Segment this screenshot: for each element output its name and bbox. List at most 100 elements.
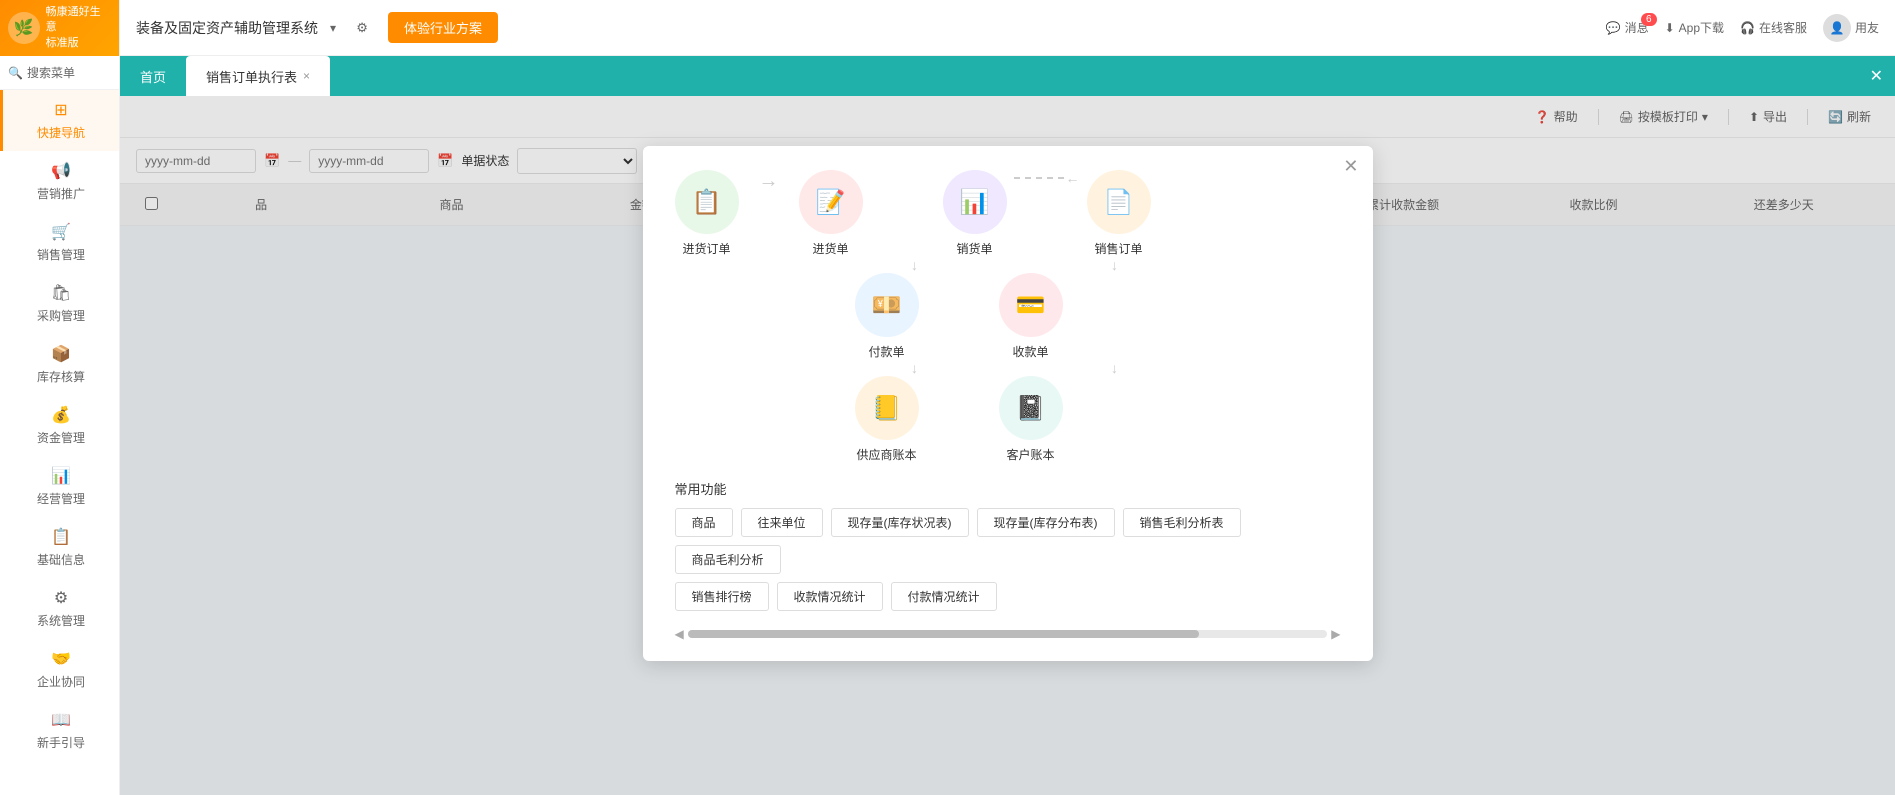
sales-icon: 🛒 bbox=[51, 222, 71, 242]
service-icon: 🎧 bbox=[1740, 21, 1755, 35]
purchase-bill-icon[interactable]: 📝 bbox=[799, 170, 863, 234]
tab-sales-order-exec[interactable]: 销售订单执行表 × bbox=[186, 56, 330, 96]
sidebar-item-quick-nav[interactable]: ⊞ 快捷导航 bbox=[0, 90, 119, 151]
func-btn-receipt-stats[interactable]: 收款情况统计 bbox=[777, 582, 883, 611]
down-arrow-supplier: ↓ bbox=[855, 360, 975, 376]
purchase-order-label: 进货订单 bbox=[682, 240, 730, 257]
sales-order-icon[interactable]: 📄 bbox=[1087, 170, 1151, 234]
topbar-right: 💬 消息 6 ⬇ App下载 🎧 在线客服 👤 用友 bbox=[1606, 14, 1879, 42]
download-icon: ⬇ bbox=[1665, 21, 1675, 35]
system-title: 装备及固定资产辅助管理系统 bbox=[136, 18, 318, 38]
sidebar-item-purchase[interactable]: 🛍 采购管理 bbox=[0, 273, 119, 334]
arrow-purchase-to-bill: → bbox=[739, 170, 799, 217]
marketing-icon: 📢 bbox=[51, 161, 71, 181]
arrow-sales-dashed: ← bbox=[1007, 170, 1087, 210]
flow-col-purchase-bill: 📝 进货单 bbox=[799, 170, 863, 257]
online-service-btn[interactable]: 🎧 在线客服 bbox=[1740, 19, 1807, 36]
tab-close-btn[interactable]: × bbox=[303, 69, 310, 83]
enterprise-icon: 🤝 bbox=[51, 649, 71, 669]
avatar: 👤 bbox=[1823, 14, 1851, 42]
purchase-bill-label: 进货单 bbox=[812, 240, 848, 257]
func-btn-product[interactable]: 商品 bbox=[675, 508, 733, 537]
content-area: ❓ 帮助 🖨 按模板打印 ▾ ⬆ 导出 🔄 刷新 bbox=[120, 96, 1895, 795]
spacer-2 bbox=[975, 257, 1055, 273]
tab-home[interactable]: 首页 bbox=[120, 56, 186, 96]
sidebar-item-system[interactable]: ⚙ 系统管理 bbox=[0, 578, 119, 639]
scroll-track[interactable] bbox=[688, 630, 1328, 638]
finance-icon: 💰 bbox=[51, 405, 71, 425]
sidebar-item-operations[interactable]: 📊 经营管理 bbox=[0, 456, 119, 517]
sales-bill-label: 销货单 bbox=[956, 240, 992, 257]
gear-button[interactable]: ⚙ bbox=[348, 14, 376, 42]
func-btn-stock-status[interactable]: 现存量(库存状况表) bbox=[831, 508, 969, 537]
flow-col-supplier: 📒 供应商账本 bbox=[855, 376, 919, 463]
func-btn-partner[interactable]: 往来单位 bbox=[741, 508, 823, 537]
popup-scrollbar: ◀ ▶ bbox=[675, 627, 1341, 641]
sidebar-item-basic-info[interactable]: 📋 基础信息 bbox=[0, 517, 119, 578]
scroll-right-btn[interactable]: ▶ bbox=[1331, 627, 1340, 641]
flow-col-purchase-order: 📋 进货订单 bbox=[675, 170, 739, 257]
sidebar-item-inventory[interactable]: 📦 库存核算 bbox=[0, 334, 119, 395]
basic-info-icon: 📋 bbox=[51, 527, 71, 547]
payment-bill-icon[interactable]: 💴 bbox=[855, 273, 919, 337]
message-btn[interactable]: 💬 消息 6 bbox=[1606, 19, 1649, 36]
spacer-arrow bbox=[795, 257, 855, 273]
down-arrow-receipt: ↓ bbox=[1055, 257, 1175, 273]
func-btn-stock-dist[interactable]: 现存量(库存分布表) bbox=[977, 508, 1115, 537]
flow-col-receipt: 💳 收款单 bbox=[999, 273, 1063, 360]
sales-order-label: 销售订单 bbox=[1094, 240, 1142, 257]
func-buttons-row1: 商品 往来单位 现存量(库存状况表) 现存量(库存分布表) 销售毛利分析表 商品… bbox=[675, 508, 1341, 574]
sidebar-item-sales[interactable]: 🛒 销售管理 bbox=[0, 212, 119, 273]
scroll-thumb bbox=[688, 630, 1200, 638]
flow-col-customer: 📓 客户账本 bbox=[999, 376, 1063, 463]
customer-account-label: 客户账本 bbox=[1006, 446, 1054, 463]
sidebar-item-enterprise[interactable]: 🤝 企业协同 bbox=[0, 639, 119, 700]
system-icon: ⚙ bbox=[54, 588, 68, 608]
func-buttons-row2: 销售排行榜 收款情况统计 付款情况统计 bbox=[675, 582, 1341, 611]
chevron-down-icon: ▾ bbox=[330, 21, 336, 35]
func-btn-sales-rank[interactable]: 销售排行榜 bbox=[675, 582, 769, 611]
receipt-bill-label: 收款单 bbox=[1012, 343, 1048, 360]
main-area: 装备及固定资产辅助管理系统 ▾ ⚙ 体验行业方案 💬 消息 6 ⬇ App下载 bbox=[120, 0, 1895, 795]
close-all-btn[interactable]: ✕ bbox=[1858, 66, 1895, 86]
func-btn-payment-stats[interactable]: 付款情况统计 bbox=[891, 582, 997, 611]
tabbar: 首页 销售订单执行表 × ✕ bbox=[120, 56, 1895, 96]
system-dropdown[interactable]: ▾ bbox=[330, 21, 336, 35]
func-btn-product-margin[interactable]: 商品毛利分析 bbox=[675, 545, 781, 574]
flow-col-sales-order: 📄 销售订单 bbox=[1087, 170, 1151, 257]
spacer-left bbox=[675, 257, 795, 273]
purchase-order-icon[interactable]: 📋 bbox=[675, 170, 739, 234]
app-download-btn[interactable]: ⬇ App下载 bbox=[1665, 19, 1724, 36]
supplier-account-label: 供应商账本 bbox=[856, 446, 916, 463]
down-arrow-customer: ↓ bbox=[1055, 360, 1175, 376]
popup-close-btn[interactable]: ✕ bbox=[1343, 156, 1358, 177]
inventory-icon: 📦 bbox=[51, 344, 71, 364]
quick-nav-icon: ⊞ bbox=[54, 100, 67, 120]
common-func-title: 常用功能 bbox=[675, 479, 1341, 498]
logo-text: 畅康通好生意 标准版 bbox=[46, 5, 111, 51]
sidebar-item-finance[interactable]: 💰 资金管理 bbox=[0, 395, 119, 456]
scroll-left-btn[interactable]: ◀ bbox=[675, 627, 684, 641]
customer-account-icon[interactable]: 📓 bbox=[999, 376, 1063, 440]
down-arrow-payment: ↓ bbox=[855, 257, 975, 273]
flow-col-sales-bill: 📊 销货单 bbox=[943, 170, 1007, 257]
supplier-account-icon[interactable]: 📒 bbox=[855, 376, 919, 440]
sales-bill-icon[interactable]: 📊 bbox=[943, 170, 1007, 234]
purchase-icon: 🛍 bbox=[51, 283, 71, 303]
operations-icon: 📊 bbox=[51, 466, 71, 486]
func-btn-sales-margin[interactable]: 销售毛利分析表 bbox=[1123, 508, 1241, 537]
message-icon: 💬 bbox=[1606, 21, 1621, 35]
search-menu[interactable]: 🔍 搜索菜单 bbox=[0, 56, 119, 90]
user-profile-btn[interactable]: 👤 用友 bbox=[1823, 14, 1879, 42]
newbie-icon: 📖 bbox=[51, 710, 71, 730]
receipt-bill-icon[interactable]: 💳 bbox=[999, 273, 1063, 337]
logo-icon: 🌿 bbox=[8, 12, 40, 44]
search-icon: 🔍 bbox=[8, 66, 23, 80]
experience-btn[interactable]: 体验行业方案 bbox=[388, 12, 498, 43]
spacer-4 bbox=[975, 360, 1055, 376]
common-functions: 常用功能 商品 往来单位 现存量(库存状况表) 现存量(库存分布表) 销售毛利分… bbox=[675, 479, 1341, 611]
sidebar-item-marketing[interactable]: 📢 营销推广 bbox=[0, 151, 119, 212]
payment-bill-label: 付款单 bbox=[868, 343, 904, 360]
sidebar-item-newbie[interactable]: 📖 新手引导 bbox=[0, 700, 119, 761]
flow-diagram: 📋 进货订单 → 📝 进货单 bbox=[675, 170, 1341, 463]
